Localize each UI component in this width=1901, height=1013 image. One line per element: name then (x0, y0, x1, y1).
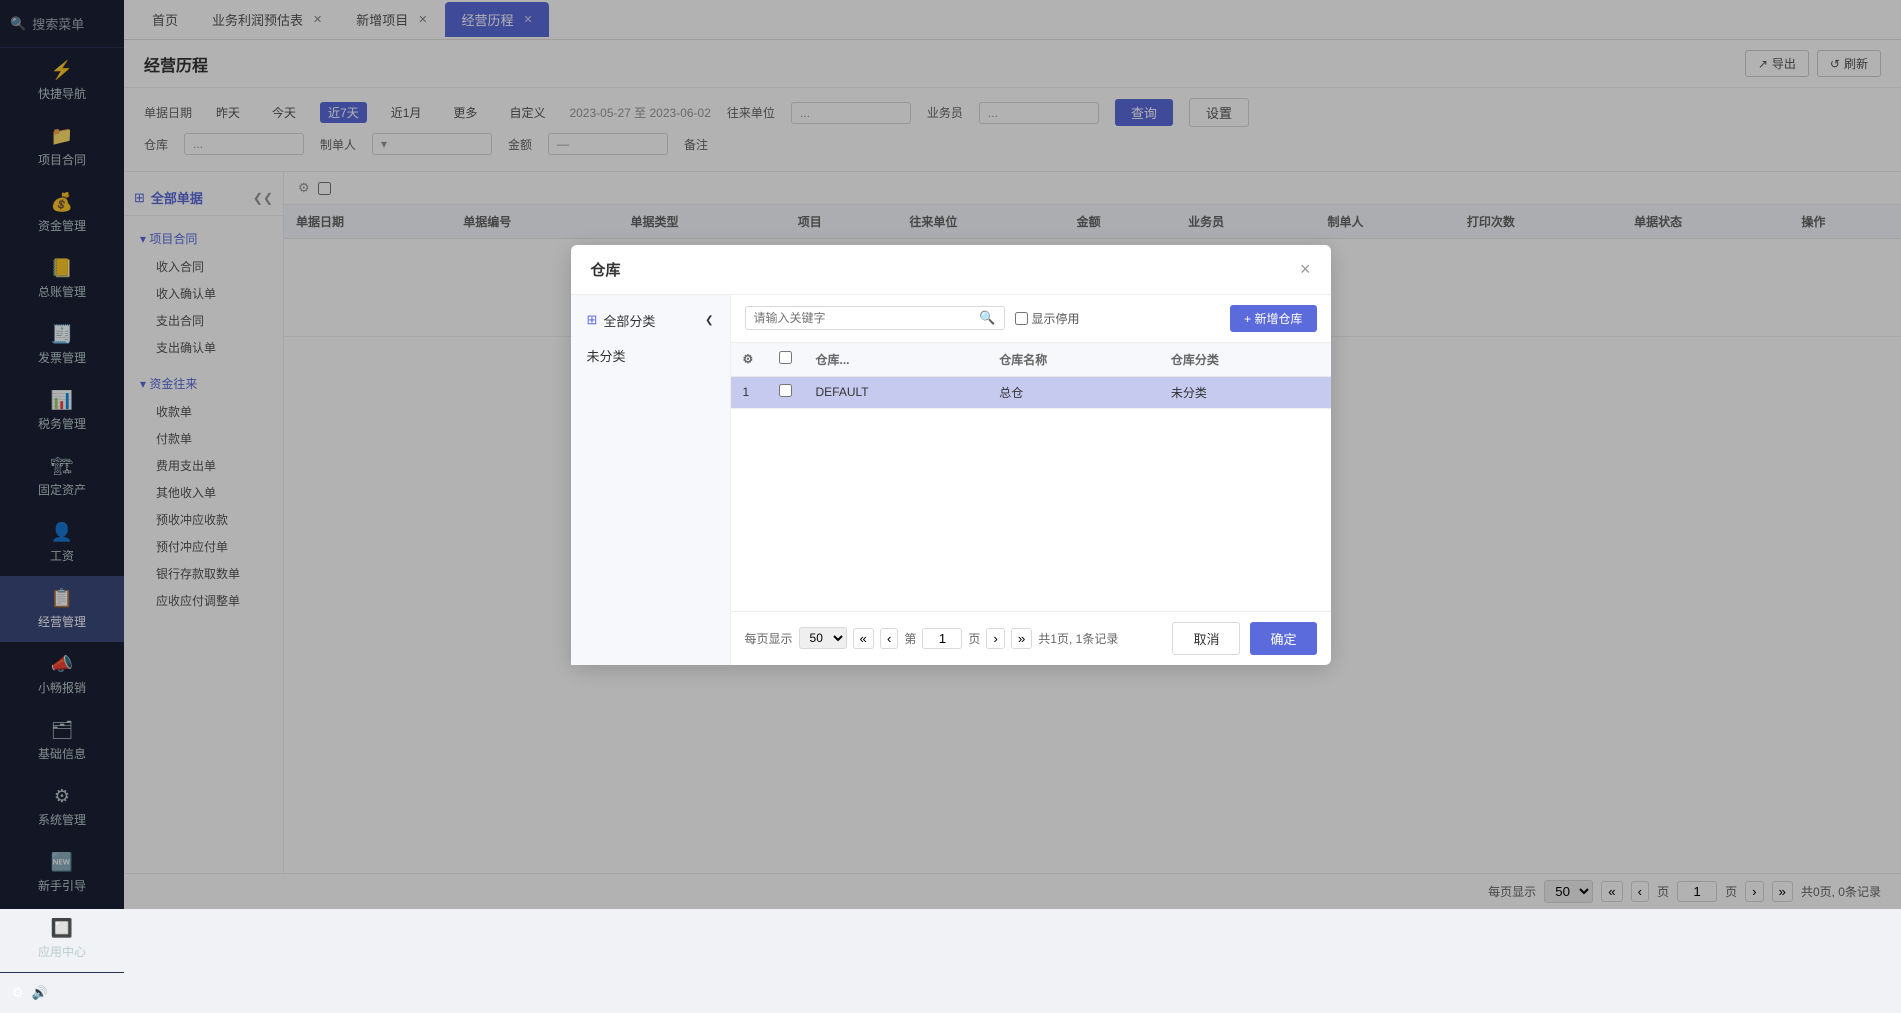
modal-first-page[interactable]: « (853, 628, 874, 649)
modal-table-wrap: ⚙ 仓库... 仓库名称 仓库分类 (731, 343, 1331, 611)
modal-toolbar: 🔍 显示停用 + 新增仓库 (731, 295, 1331, 343)
modal-row-num: 1 (731, 376, 767, 408)
sidebar-item-label: 应用中心 (38, 943, 86, 960)
cancel-button[interactable]: 取消 (1172, 622, 1240, 655)
modal-close-button[interactable]: × (1300, 259, 1311, 280)
modal-sidebar-all-label: 全部分类 (603, 311, 655, 330)
modal-warehouse-table: ⚙ 仓库... 仓库名称 仓库分类 (731, 343, 1331, 409)
show-disabled-checkbox[interactable] (1015, 312, 1028, 325)
modal-search-icon: 🔍 (979, 310, 995, 326)
modal-next-page[interactable]: › (986, 628, 1004, 649)
modal-search-wrap: 🔍 (745, 306, 1005, 330)
modal-col-settings[interactable]: ⚙ (731, 343, 767, 377)
modal-prev-page[interactable]: ‹ (880, 628, 898, 649)
modal-sidebar: ⊞ 全部分类 ❮ 未分类 (571, 295, 731, 665)
modal-search-input[interactable] (754, 311, 974, 325)
modal-sidebar-all[interactable]: ⊞ 全部分类 ❮ (571, 303, 730, 338)
add-warehouse-button[interactable]: + 新增仓库 (1230, 305, 1316, 332)
modal-col-checkbox (767, 343, 804, 377)
show-disabled-label[interactable]: 显示停用 (1015, 310, 1080, 327)
modal-page-label: 第 (904, 630, 916, 647)
modal-select-all-checkbox[interactable] (779, 351, 792, 364)
modal-footer-buttons: 取消 确定 (1172, 622, 1316, 655)
app-icon: 🔲 (51, 918, 73, 939)
table-row[interactable]: 1 DEFAULT 总仓 未分类 (731, 376, 1331, 408)
modal-page-input[interactable] (922, 628, 962, 649)
modal-overlay: 仓库 × ⊞ 全部分类 ❮ 未分类 🔍 (0, 0, 1901, 909)
modal-per-page-select[interactable]: 50 (799, 627, 847, 649)
modal-sidebar-uncategorized[interactable]: 未分类 (571, 338, 730, 373)
modal-header: 仓库 × (571, 245, 1331, 295)
modal-footer-pagination: 每页显示 50 « ‹ 第 页 › » 共1页, 1条记录 (745, 627, 1119, 649)
modal-col-settings-icon: ⚙ (743, 352, 754, 366)
modal-total-records: 共1页, 1条记录 (1038, 630, 1118, 647)
modal-row-checkbox[interactable] (779, 384, 792, 397)
modal-title: 仓库 (591, 259, 621, 280)
confirm-button[interactable]: 确定 (1250, 622, 1316, 655)
sidebar-bottom: ⚙ 🔊 (0, 972, 124, 1013)
modal-footer: 每页显示 50 « ‹ 第 页 › » 共1页, 1条记录 (731, 611, 1331, 665)
warehouse-modal: 仓库 × ⊞ 全部分类 ❮ 未分类 🔍 (571, 245, 1331, 665)
modal-row-name: 总仓 (987, 376, 1159, 408)
grid-dots-icon: ⊞ (587, 312, 598, 328)
modal-row-code: DEFAULT (804, 376, 988, 408)
sidebar-item-app-center[interactable]: 🔲 应用中心 (0, 906, 124, 972)
modal-per-page-label: 每页显示 (745, 630, 793, 647)
modal-row-checkbox-cell (767, 376, 804, 408)
modal-last-page[interactable]: » (1011, 628, 1032, 649)
modal-col-category: 仓库分类 (1159, 343, 1331, 377)
modal-body: ⊞ 全部分类 ❮ 未分类 🔍 显示停用 (571, 295, 1331, 665)
modal-col-code: 仓库... (804, 343, 988, 377)
modal-page-suffix: 页 (968, 630, 980, 647)
modal-content-area: 🔍 显示停用 + 新增仓库 ⚙ (731, 295, 1331, 665)
modal-row-category: 未分类 (1159, 376, 1331, 408)
modal-sidebar-collapse-icon[interactable]: ❮ (705, 315, 713, 326)
volume-icon[interactable]: 🔊 (32, 985, 48, 1001)
modal-col-name: 仓库名称 (987, 343, 1159, 377)
modal-sidebar-uncategorized-label: 未分类 (587, 346, 626, 365)
settings-bottom-icon[interactable]: ⚙ (12, 985, 24, 1001)
